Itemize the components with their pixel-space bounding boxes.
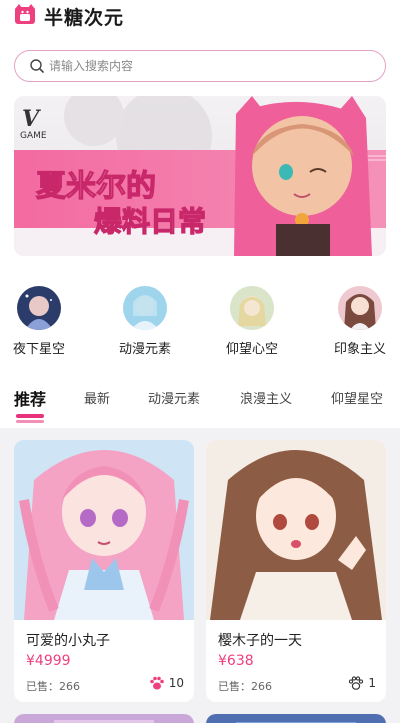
category-avatar [123, 286, 167, 330]
tab-bar: 推荐 最新 动漫元素 浪漫主义 仰望星空 [0, 384, 400, 424]
category-label: 仰望心空 [225, 342, 278, 357]
active-tab-indicator [16, 414, 44, 418]
product-card[interactable]: 樱木子的一天 ¥638 已售：266 1 [206, 440, 386, 702]
like-button[interactable]: 1 [348, 675, 376, 691]
banner-headline-line1: 夏米尔的 [36, 169, 156, 204]
category-item[interactable]: 仰望心空 [207, 286, 297, 357]
product-image [206, 440, 386, 620]
category-avatar [230, 286, 274, 330]
product-card[interactable]: 可爱的小丸子 ¥4999 已售：266 10 [14, 440, 194, 702]
tab-anime-elements[interactable]: 动漫元素 [148, 388, 200, 407]
category-label: 夜下星空 [12, 342, 65, 357]
category-item[interactable]: 夜下星空 [0, 286, 84, 357]
promo-banner[interactable]: V GAME 夏米尔的 爆料日常 [14, 96, 386, 256]
product-title: 可爱的小丸子 [26, 633, 110, 649]
product-feed: 可爱的小丸子 ¥4999 已售：266 10 樱木子的一天 ¥638 已售：26… [0, 428, 400, 723]
category-avatar [17, 286, 61, 330]
category-label: 动漫元素 [118, 342, 171, 357]
like-count: 1 [368, 676, 376, 690]
product-image [14, 440, 194, 620]
product-sold-count: 已售：266 [26, 680, 80, 693]
category-row: 夜下星空 动漫元素 仰望心空 印象主义 [0, 286, 400, 366]
category-avatar [338, 286, 382, 330]
active-tab-indicator-shadow [16, 420, 44, 423]
app-title: 半糖次元 [44, 7, 125, 29]
like-count: 10 [168, 676, 184, 690]
product-card-peek[interactable] [206, 714, 386, 723]
svg-text:V: V [22, 106, 41, 132]
product-sold-count: 已售：266 [218, 680, 272, 693]
paw-icon [149, 676, 164, 690]
search-input[interactable] [49, 55, 369, 77]
category-item[interactable]: 动漫元素 [100, 286, 190, 357]
banner-artwork: V GAME 夏米尔的 爆料日常 [14, 96, 386, 256]
product-card-peek[interactable] [14, 714, 194, 723]
category-item[interactable]: 印象主义 [315, 286, 400, 357]
app-logo-icon [15, 4, 35, 24]
product-title: 樱木子的一天 [218, 633, 302, 649]
product-price: ¥4999 [26, 653, 71, 669]
app-header: 半糖次元 [0, 0, 400, 40]
search-bar[interactable] [14, 50, 386, 82]
paw-icon [349, 676, 364, 690]
banner-brand-text: GAME [20, 131, 47, 141]
banner-headline-line2: 爆料日常 [94, 205, 206, 238]
like-button[interactable]: 10 [149, 675, 184, 691]
tab-romanticism[interactable]: 浪漫主义 [240, 388, 292, 407]
tab-recommended[interactable]: 推荐 [14, 386, 46, 410]
product-price: ¥638 [218, 653, 254, 669]
category-label: 印象主义 [333, 342, 386, 357]
search-icon [30, 59, 44, 73]
tab-stargazing[interactable]: 仰望星空 [331, 388, 383, 407]
tab-latest[interactable]: 最新 [84, 388, 110, 407]
